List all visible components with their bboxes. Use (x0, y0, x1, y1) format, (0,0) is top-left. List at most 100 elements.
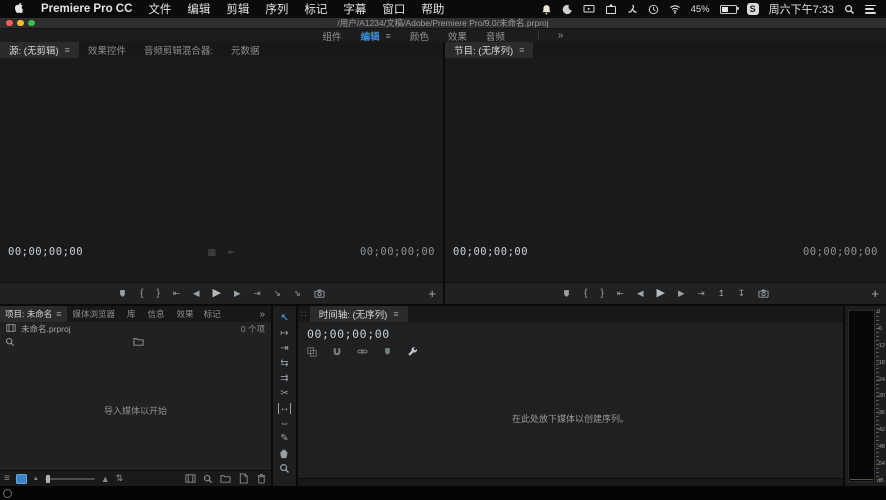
menu-sequence[interactable]: 序列 (265, 1, 288, 17)
mark-out-button[interactable]: } (156, 288, 159, 299)
tab-libraries[interactable]: 库 (121, 306, 142, 322)
panel-menu-icon[interactable]: ≡ (56, 309, 61, 319)
tool-pen[interactable]: ✎ (277, 433, 292, 444)
minimize-window-button[interactable] (17, 19, 24, 27)
go-to-in-button[interactable]: ⇤ (617, 289, 624, 298)
source-current-timecode[interactable]: 00;00;00;00 (8, 246, 83, 258)
nest-insert-icon[interactable] (307, 347, 317, 357)
panel-grip-icon[interactable]: ∷ (298, 306, 310, 322)
workspace-tab-audio[interactable]: 音频 (486, 29, 505, 43)
menu-bar-clock[interactable]: 周六下午7:33 (769, 1, 834, 17)
workspace-overflow-chevron[interactable]: » (558, 30, 564, 41)
time-machine-icon[interactable] (648, 4, 659, 15)
zoom-level-select-icon[interactable]: ▦ (207, 247, 216, 258)
slider-thumb[interactable] (45, 474, 50, 483)
fan-utility-icon[interactable] (627, 4, 638, 15)
tab-markers[interactable]: 标记 (200, 306, 225, 322)
timeline-settings-wrench-icon[interactable] (407, 346, 418, 357)
timeline-horizontal-scrollbar[interactable] (298, 478, 843, 486)
tab-media-browser[interactable]: 媒体浏览器 (67, 306, 122, 322)
snap-magnet-icon[interactable] (332, 347, 342, 357)
timeline-playhead-timecode[interactable]: 00;00;00;00 (307, 327, 390, 341)
new-item-icon[interactable] (238, 473, 249, 484)
panel-menu-icon[interactable]: ≡ (519, 45, 524, 55)
zoom-in-icon[interactable]: ▲ (101, 474, 110, 484)
tool-selection[interactable]: ↖ (277, 313, 292, 324)
play-button[interactable]: ▶ (656, 288, 664, 299)
notification-icon[interactable] (541, 4, 552, 15)
panel-menu-icon[interactable]: ≡ (393, 309, 398, 319)
lift-button[interactable]: ↥ (718, 289, 725, 298)
button-editor-plus[interactable]: + (871, 287, 879, 300)
automate-to-sequence-icon[interactable] (185, 473, 196, 484)
project-tabs-overflow[interactable]: » (253, 306, 271, 322)
list-view-button[interactable]: ≡ (4, 473, 10, 484)
export-frame-button[interactable] (314, 288, 325, 299)
icon-view-button[interactable] (15, 473, 27, 484)
workspace-tab-color[interactable]: 颜色 (410, 29, 429, 43)
menu-clip[interactable]: 剪辑 (226, 1, 249, 17)
go-to-out-button[interactable]: ⇥ (698, 289, 705, 298)
tab-project[interactable]: 项目: 未命名 ≡ (0, 306, 67, 322)
workspace-menu-icon[interactable]: ≡ (386, 31, 391, 41)
mark-out-button[interactable]: } (600, 288, 603, 299)
workspace-tab-editing[interactable]: 编辑 (361, 29, 380, 43)
sort-icons-button[interactable]: ⇅ (116, 473, 124, 484)
go-to-in-button[interactable]: ⇤ (173, 289, 180, 298)
add-marker-button[interactable] (562, 289, 571, 298)
spotlight-search-icon[interactable] (844, 4, 855, 15)
tool-slide[interactable]: ⇔ (277, 418, 292, 429)
zoom-window-button[interactable] (28, 19, 35, 27)
menu-help[interactable]: 帮助 (421, 1, 444, 17)
step-forward-button[interactable]: ▶ (234, 289, 241, 298)
tab-effect-controls[interactable]: 效果控件 (79, 42, 135, 58)
step-back-button[interactable]: ◀ (637, 289, 644, 298)
tab-audio-clip-mixer[interactable]: 音频剪辑混合器: (135, 42, 222, 58)
delete-trash-icon[interactable] (256, 473, 267, 484)
menu-window[interactable]: 窗口 (382, 1, 405, 17)
tool-track-select-forward[interactable]: ↦ (277, 328, 292, 339)
menu-edit[interactable]: 编辑 (187, 1, 210, 17)
workspace-tab-effects[interactable]: 效果 (448, 29, 467, 43)
airplay-display-icon[interactable] (583, 3, 595, 15)
playback-resolution-icon[interactable]: ⇤ (228, 247, 236, 258)
input-method-badge[interactable]: S (746, 3, 759, 15)
tool-ripple-edit[interactable]: ⇥ (277, 343, 292, 354)
window-title-bar[interactable]: /用户/A1234/文稿/Adobe/Premiere Pro/9.0/未命名.… (0, 18, 886, 29)
tab-timeline[interactable]: 时间轴: (无序列) ≡ (309, 306, 408, 322)
wifi-icon[interactable] (669, 3, 681, 15)
thumbnail-zoom-slider[interactable] (44, 474, 95, 483)
extract-button[interactable]: ↧ (738, 289, 745, 298)
apple-menu-icon[interactable] (13, 2, 25, 17)
export-frame-button[interactable] (758, 288, 769, 299)
tab-effects[interactable]: 效果 (171, 306, 200, 322)
tab-metadata[interactable]: 元数据 (222, 42, 269, 58)
workspace-tab-assembly[interactable]: 组件 (323, 29, 342, 43)
do-not-disturb-icon[interactable] (562, 4, 573, 15)
tool-rolling-edit[interactable]: ⇆ (277, 358, 292, 369)
zoom-out-icon[interactable]: ▲ (33, 476, 39, 482)
menu-marker[interactable]: 标记 (304, 1, 327, 17)
mark-in-button[interactable]: { (584, 288, 587, 299)
menu-file[interactable]: 文件 (148, 1, 171, 17)
overwrite-button[interactable]: ⇘ (294, 289, 301, 298)
program-current-timecode[interactable]: 00;00;00;00 (453, 246, 528, 258)
battery-icon[interactable] (719, 4, 739, 14)
play-button[interactable]: ▶ (212, 288, 220, 299)
step-forward-button[interactable]: ▶ (678, 289, 685, 298)
screen-share-icon[interactable] (605, 3, 617, 15)
tool-razor[interactable]: ✂ (277, 388, 292, 399)
mark-in-button[interactable]: { (140, 288, 143, 299)
close-window-button[interactable] (6, 19, 13, 27)
step-back-button[interactable]: ◀ (193, 289, 200, 298)
go-to-out-button[interactable]: ⇥ (254, 289, 261, 298)
tool-slip[interactable]: ↔ (278, 403, 291, 414)
tab-source[interactable]: 源: (无剪辑) ≡ (0, 42, 79, 58)
insert-button[interactable]: ↘ (274, 289, 281, 298)
tool-hand[interactable] (277, 448, 292, 459)
app-menu[interactable]: Premiere Pro CC (41, 3, 132, 15)
audio-level-meter[interactable] (848, 310, 875, 482)
button-editor-plus[interactable]: + (428, 287, 436, 300)
add-marker-button[interactable] (118, 289, 127, 298)
tool-rate-stretch[interactable]: ⇉ (277, 373, 292, 384)
